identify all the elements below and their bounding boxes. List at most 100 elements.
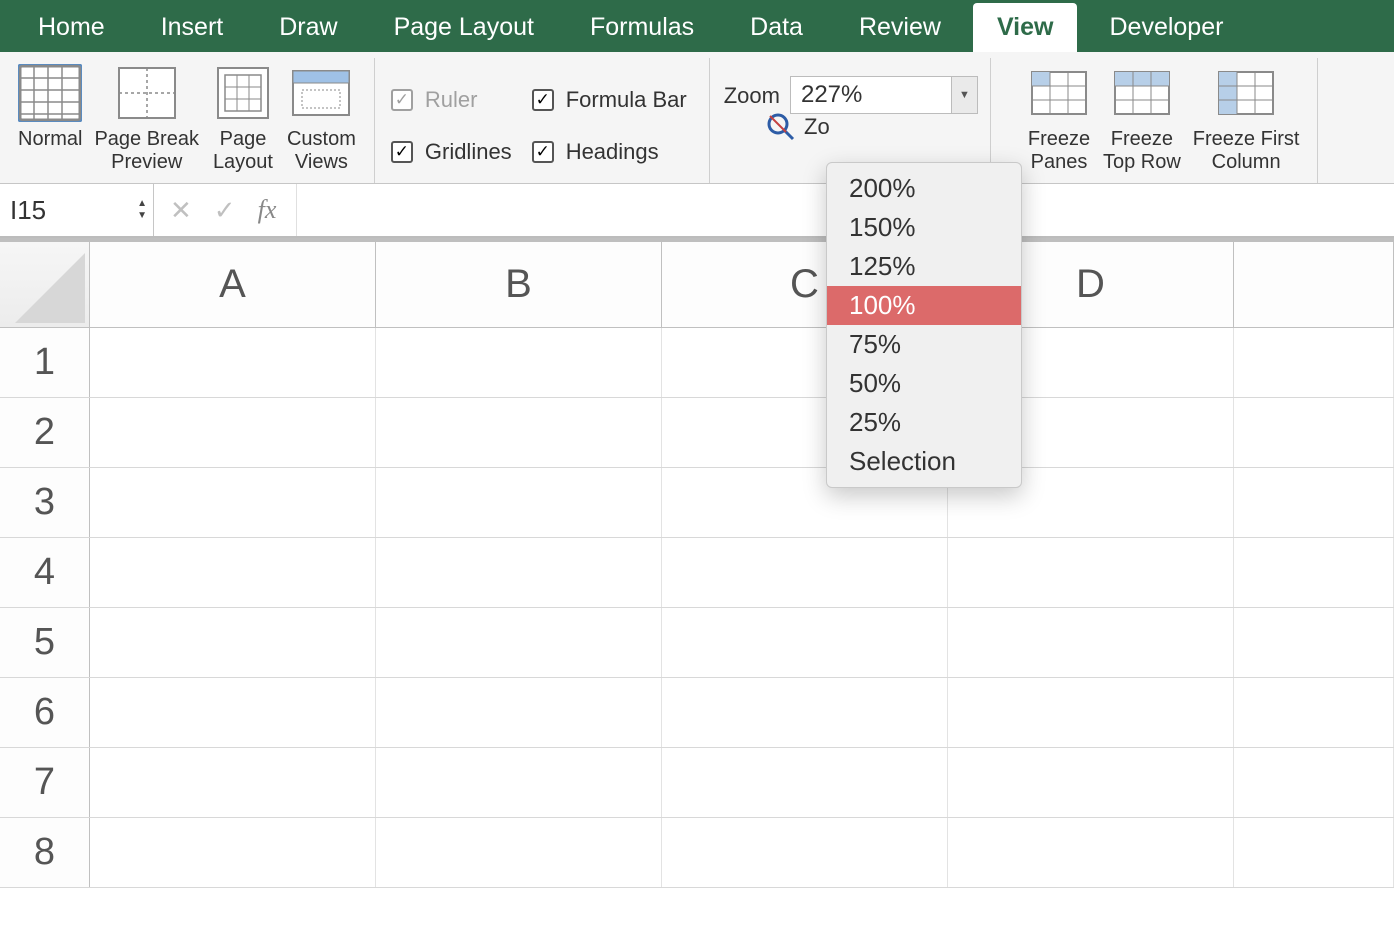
cell-c5[interactable] — [662, 608, 948, 677]
cancel-formula-icon[interactable]: ✕ — [170, 195, 192, 226]
cell-d6[interactable] — [948, 678, 1234, 747]
tab-formulas[interactable]: Formulas — [566, 3, 718, 52]
gridlines-label: Gridlines — [425, 139, 512, 165]
row-header-5[interactable]: 5 — [0, 608, 90, 677]
cell-e4[interactable] — [1234, 538, 1394, 607]
row-header-2[interactable]: 2 — [0, 398, 90, 467]
normal-view-button[interactable]: Normal — [12, 60, 88, 153]
cell-e3[interactable] — [1234, 468, 1394, 537]
zoom-option-75[interactable]: 75% — [827, 325, 1021, 364]
dropdown-arrow-icon[interactable]: ▼ — [951, 77, 977, 113]
cell-c4[interactable] — [662, 538, 948, 607]
cell-b8[interactable] — [376, 818, 662, 887]
cell-a1[interactable] — [90, 328, 376, 397]
chevron-up-icon[interactable]: ▲ — [137, 199, 147, 209]
cell-c6[interactable] — [662, 678, 948, 747]
checkmark-icon: ✓ — [391, 141, 413, 163]
formula-bar-label: Formula Bar — [566, 87, 687, 113]
chevron-down-icon[interactable]: ▼ — [137, 211, 147, 221]
zoom-option-150[interactable]: 150% — [827, 208, 1021, 247]
name-box-value: I15 — [10, 195, 46, 226]
cell-c8[interactable] — [662, 818, 948, 887]
accept-formula-icon[interactable]: ✓ — [214, 195, 236, 226]
row-header-8[interactable]: 8 — [0, 818, 90, 887]
page-break-preview-button[interactable]: Page Break Preview — [88, 60, 205, 176]
zoom-value[interactable]: 227% — [791, 77, 951, 113]
select-all-corner[interactable] — [0, 242, 90, 327]
row-header-7[interactable]: 7 — [0, 748, 90, 817]
cell-b4[interactable] — [376, 538, 662, 607]
tab-page-layout[interactable]: Page Layout — [370, 3, 558, 52]
freeze-panes-icon — [1027, 62, 1091, 124]
zoom-option-selection[interactable]: Selection — [827, 442, 1021, 481]
page-layout-icon — [211, 62, 275, 124]
cell-e2[interactable] — [1234, 398, 1394, 467]
zoom-to-100-button[interactable]: Zo — [760, 110, 836, 144]
zoom-combobox[interactable]: 227% ▼ — [790, 76, 978, 114]
column-header-e[interactable] — [1234, 242, 1394, 327]
gridlines-checkbox[interactable]: ✓ Gridlines — [391, 139, 512, 165]
column-header-b[interactable]: B — [376, 242, 662, 327]
row-header-1[interactable]: 1 — [0, 328, 90, 397]
row-5: 5 — [0, 608, 1394, 678]
cell-e8[interactable] — [1234, 818, 1394, 887]
cell-d7[interactable] — [948, 748, 1234, 817]
cell-a2[interactable] — [90, 398, 376, 467]
cell-b6[interactable] — [376, 678, 662, 747]
ribbon-tabs: Home Insert Draw Page Layout Formulas Da… — [0, 0, 1394, 52]
cell-b1[interactable] — [376, 328, 662, 397]
page-break-preview-label: Page Break Preview — [94, 128, 199, 174]
cell-a5[interactable] — [90, 608, 376, 677]
zoom-option-50[interactable]: 50% — [827, 364, 1021, 403]
zoom-label: Zoom — [716, 60, 790, 114]
custom-views-button[interactable]: Custom Views — [281, 60, 362, 176]
zoom-option-200[interactable]: 200% — [827, 169, 1021, 208]
cell-b5[interactable] — [376, 608, 662, 677]
cell-d4[interactable] — [948, 538, 1234, 607]
cell-b2[interactable] — [376, 398, 662, 467]
zoom-option-25[interactable]: 25% — [827, 403, 1021, 442]
column-header-a[interactable]: A — [90, 242, 376, 327]
cell-c7[interactable] — [662, 748, 948, 817]
page-layout-label: Page Layout — [213, 128, 273, 174]
cell-d5[interactable] — [948, 608, 1234, 677]
freeze-top-row-icon — [1110, 62, 1174, 124]
name-box[interactable]: I15 ▲▼ — [0, 184, 154, 236]
row-header-4[interactable]: 4 — [0, 538, 90, 607]
spreadsheet-grid[interactable]: A B C D 1 2 3 4 5 6 7 8 — [0, 238, 1394, 929]
zoom-option-100[interactable]: 100% — [827, 286, 1021, 325]
tab-draw[interactable]: Draw — [255, 3, 361, 52]
freeze-first-column-button[interactable]: Freeze First Column — [1187, 60, 1306, 176]
cell-a8[interactable] — [90, 818, 376, 887]
cell-e5[interactable] — [1234, 608, 1394, 677]
tab-data[interactable]: Data — [726, 3, 827, 52]
tab-review[interactable]: Review — [835, 3, 965, 52]
fx-label[interactable]: fx — [258, 195, 281, 225]
headings-checkbox[interactable]: ✓ Headings — [532, 139, 687, 165]
freeze-panes-button[interactable]: Freeze Panes — [1021, 60, 1097, 176]
row-header-3[interactable]: 3 — [0, 468, 90, 537]
name-box-spinner[interactable]: ▲▼ — [137, 199, 147, 221]
row-header-6[interactable]: 6 — [0, 678, 90, 747]
cell-e1[interactable] — [1234, 328, 1394, 397]
page-layout-view-button[interactable]: Page Layout — [205, 60, 281, 176]
freeze-top-row-button[interactable]: Freeze Top Row — [1097, 60, 1187, 176]
tab-insert[interactable]: Insert — [137, 3, 248, 52]
cell-e7[interactable] — [1234, 748, 1394, 817]
zoom-to-100-label: Zo — [804, 114, 830, 139]
cell-a4[interactable] — [90, 538, 376, 607]
cell-a3[interactable] — [90, 468, 376, 537]
cell-b7[interactable] — [376, 748, 662, 817]
cell-e6[interactable] — [1234, 678, 1394, 747]
group-show: ✓ Ruler ✓ Gridlines ✓ Formula Bar ✓ Head… — [375, 58, 710, 183]
cell-b3[interactable] — [376, 468, 662, 537]
zoom-dropdown[interactable]: 200% 150% 125% 100% 75% 50% 25% Selectio… — [826, 162, 1022, 488]
tab-developer[interactable]: Developer — [1085, 3, 1247, 52]
cell-d8[interactable] — [948, 818, 1234, 887]
tab-view[interactable]: View — [973, 3, 1078, 52]
tab-home[interactable]: Home — [14, 3, 129, 52]
zoom-option-125[interactable]: 125% — [827, 247, 1021, 286]
cell-a7[interactable] — [90, 748, 376, 817]
cell-a6[interactable] — [90, 678, 376, 747]
formula-bar-checkbox[interactable]: ✓ Formula Bar — [532, 87, 687, 113]
